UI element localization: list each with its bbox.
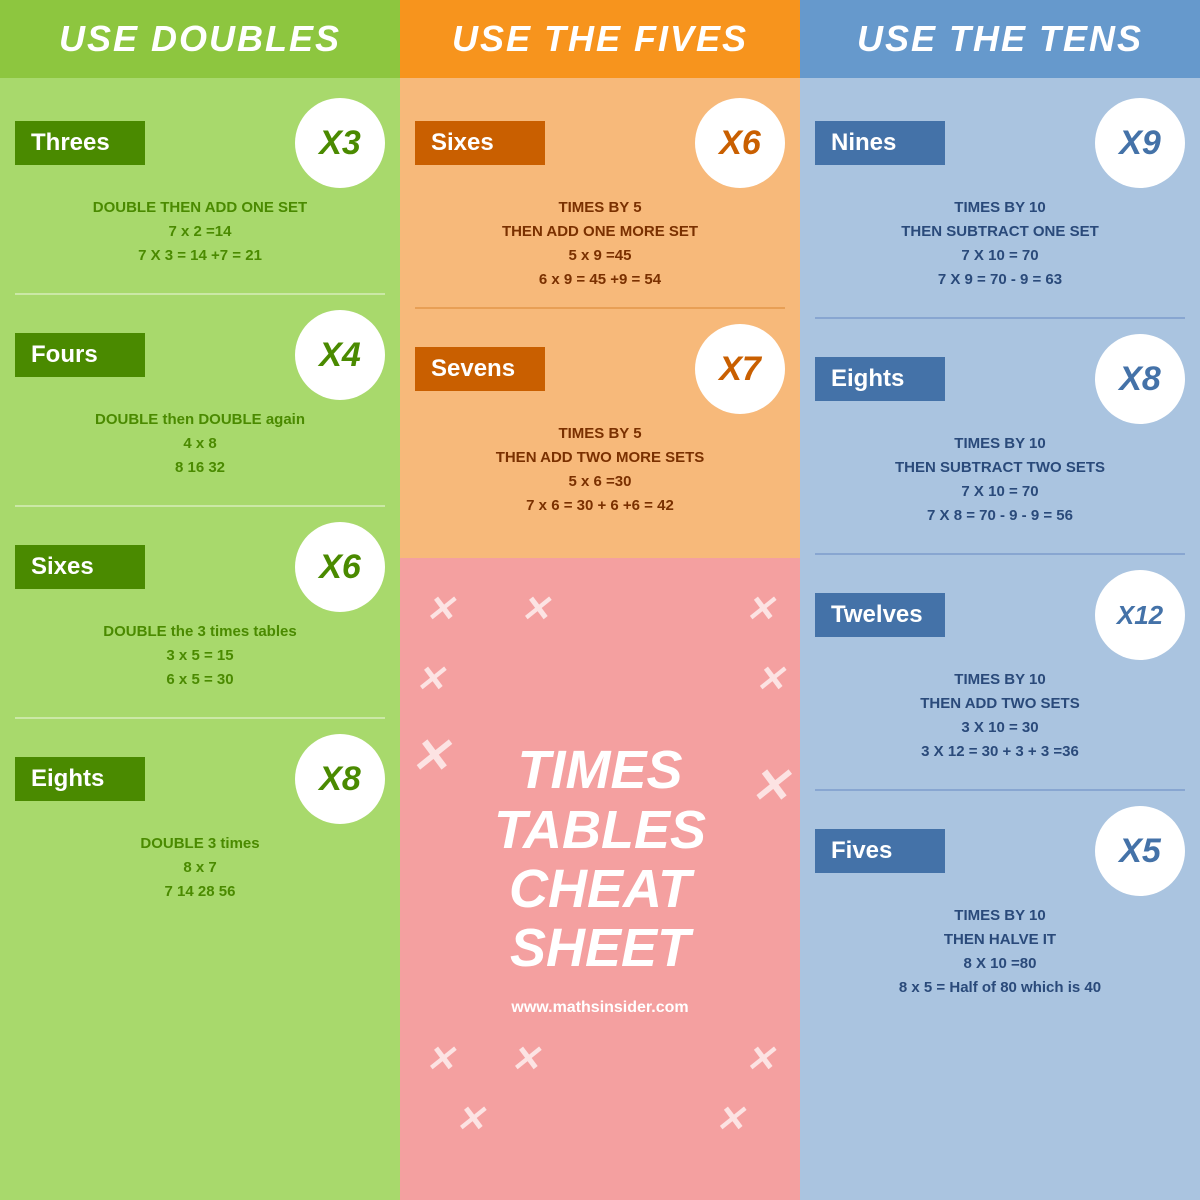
tens-fives-desc: TIMES BY 10 THEN HALVE IT 8 X 10 =80 8 x…	[815, 904, 1185, 1000]
x-deco-10: ✕	[715, 1098, 745, 1140]
x-deco-9: ✕	[455, 1098, 485, 1140]
tens-twelves-label: Twelves	[815, 593, 945, 637]
col-fives: Sixes X6 TIMES BY 5 THEN ADD ONE MORE SE…	[400, 78, 800, 1200]
fives-sevens-label: Sevens	[415, 347, 545, 391]
fives-sixes-label: Sixes	[415, 121, 545, 165]
doubles-fours-circle: X4	[295, 310, 385, 400]
fives-sevens-desc: TIMES BY 5 THEN ADD TWO MORE SETS 5 x 6 …	[415, 422, 785, 518]
doubles-sixes-circle-text: X6	[319, 548, 361, 587]
x-deco-7: ✕	[510, 1038, 540, 1080]
doubles-eights-label: Eights	[15, 757, 145, 801]
x-deco-6: ✕	[425, 1038, 455, 1080]
doubles-section-eights: Eights X8 DOUBLE 3 times 8 x 7 7 14 28 5…	[15, 734, 385, 904]
doubles-section-threes: Threes X3 DOUBLE THEN ADD ONE SET 7 x 2 …	[15, 98, 385, 268]
header-fives-title: USE THE FIVES	[452, 18, 748, 59]
tens-section-twelves: Twelves X12 TIMES BY 10 THEN ADD TWO SET…	[815, 570, 1185, 764]
tens-fives-label: Fives	[815, 829, 945, 873]
tens-nines-circle-text: X9	[1119, 124, 1161, 163]
tens-section-fives: Fives X5 TIMES BY 10 THEN HALVE IT 8 X 1…	[815, 806, 1185, 1000]
doubles-sixes-circle: X6	[295, 522, 385, 612]
tens-eights-label: Eights	[815, 357, 945, 401]
x-deco-11: ✕	[410, 728, 450, 784]
x-deco-5: ✕	[755, 658, 785, 700]
doubles-fours-circle-text: X4	[319, 336, 361, 375]
tens-fives-circle-text: X5	[1119, 832, 1161, 871]
doubles-threes-desc: DOUBLE THEN ADD ONE SET 7 x 2 =14 7 X 3 …	[15, 196, 385, 268]
tens-eights-circle: X8	[1095, 334, 1185, 424]
fives-sevens-circle-text: X7	[719, 350, 761, 389]
header-doubles: USE DOUBLES	[0, 0, 400, 78]
header-fives: USE THE FIVES	[400, 0, 800, 78]
tens-nines-label: Nines	[815, 121, 945, 165]
x-deco-12: ✕	[750, 758, 790, 814]
fives-sevens-circle: X7	[695, 324, 785, 414]
doubles-eights-circle-text: X8	[319, 760, 361, 799]
tens-nines-desc: TIMES BY 10 THEN SUBTRACT ONE SET 7 X 10…	[815, 196, 1185, 292]
doubles-threes-label: Threes	[15, 121, 145, 165]
tens-twelves-circle-text: X12	[1117, 600, 1163, 631]
x-deco-4: ✕	[415, 658, 445, 700]
doubles-threes-circle-text: X3	[319, 124, 361, 163]
header-tens: USE THE TENS	[800, 0, 1200, 78]
doubles-sixes-desc: DOUBLE the 3 times tables 3 x 5 = 15 6 x…	[15, 620, 385, 692]
doubles-section-sixes: Sixes X6 DOUBLE the 3 times tables 3 x 5…	[15, 522, 385, 692]
doubles-eights-desc: DOUBLE 3 times 8 x 7 7 14 28 56	[15, 832, 385, 904]
doubles-threes-circle: X3	[295, 98, 385, 188]
fives-section-sixes: Sixes X6 TIMES BY 5 THEN ADD ONE MORE SE…	[415, 98, 785, 292]
fives-sixes-desc: TIMES BY 5 THEN ADD ONE MORE SET 5 x 9 =…	[415, 196, 785, 292]
doubles-fours-desc: DOUBLE then DOUBLE again 4 x 8 8 16 32	[15, 408, 385, 480]
doubles-sixes-label: Sixes	[15, 545, 145, 589]
x-deco-2: ✕	[520, 588, 550, 630]
doubles-section-fours: Fours X4 DOUBLE then DOUBLE again 4 x 8 …	[15, 310, 385, 480]
col-doubles: Threes X3 DOUBLE THEN ADD ONE SET 7 x 2 …	[0, 78, 400, 1200]
tens-eights-circle-text: X8	[1119, 360, 1161, 399]
website-label: www.mathsinsider.com	[511, 999, 688, 1017]
tens-section-nines: Nines X9 TIMES BY 10 THEN SUBTRACT ONE S…	[815, 98, 1185, 292]
x-deco-8: ✕	[745, 1038, 775, 1080]
col-tens: Nines X9 TIMES BY 10 THEN SUBTRACT ONE S…	[800, 78, 1200, 1200]
fives-sixes-circle: X6	[695, 98, 785, 188]
fives-section-sevens: Sevens X7 TIMES BY 5 THEN ADD TWO MORE S…	[415, 324, 785, 518]
cheat-sheet-panel: ✕ ✕ ✕ ✕ ✕ ✕ ✕ ✕ ✕ ✕ ✕ ✕ TIMES TABLES CHE…	[400, 558, 800, 1200]
tens-twelves-circle: X12	[1095, 570, 1185, 660]
doubles-eights-circle: X8	[295, 734, 385, 824]
tens-section-eights: Eights X8 TIMES BY 10 THEN SUBTRACT TWO …	[815, 334, 1185, 528]
cheat-sheet-title: TIMES TABLES CHEAT SHEET	[494, 741, 706, 979]
main-container: USE DOUBLES USE THE FIVES USE THE TENS T…	[0, 0, 1200, 1200]
tens-twelves-desc: TIMES BY 10 THEN ADD TWO SETS 3 X 10 = 3…	[815, 668, 1185, 764]
x-deco-1: ✕	[425, 588, 455, 630]
fives-sixes-circle-text: X6	[719, 124, 761, 163]
header-doubles-title: USE DOUBLES	[59, 18, 341, 59]
tens-eights-desc: TIMES BY 10 THEN SUBTRACT TWO SETS 7 X 1…	[815, 432, 1185, 528]
header-tens-title: USE THE TENS	[857, 18, 1143, 59]
doubles-fours-label: Fours	[15, 333, 145, 377]
x-deco-3: ✕	[745, 588, 775, 630]
tens-nines-circle: X9	[1095, 98, 1185, 188]
tens-fives-circle: X5	[1095, 806, 1185, 896]
